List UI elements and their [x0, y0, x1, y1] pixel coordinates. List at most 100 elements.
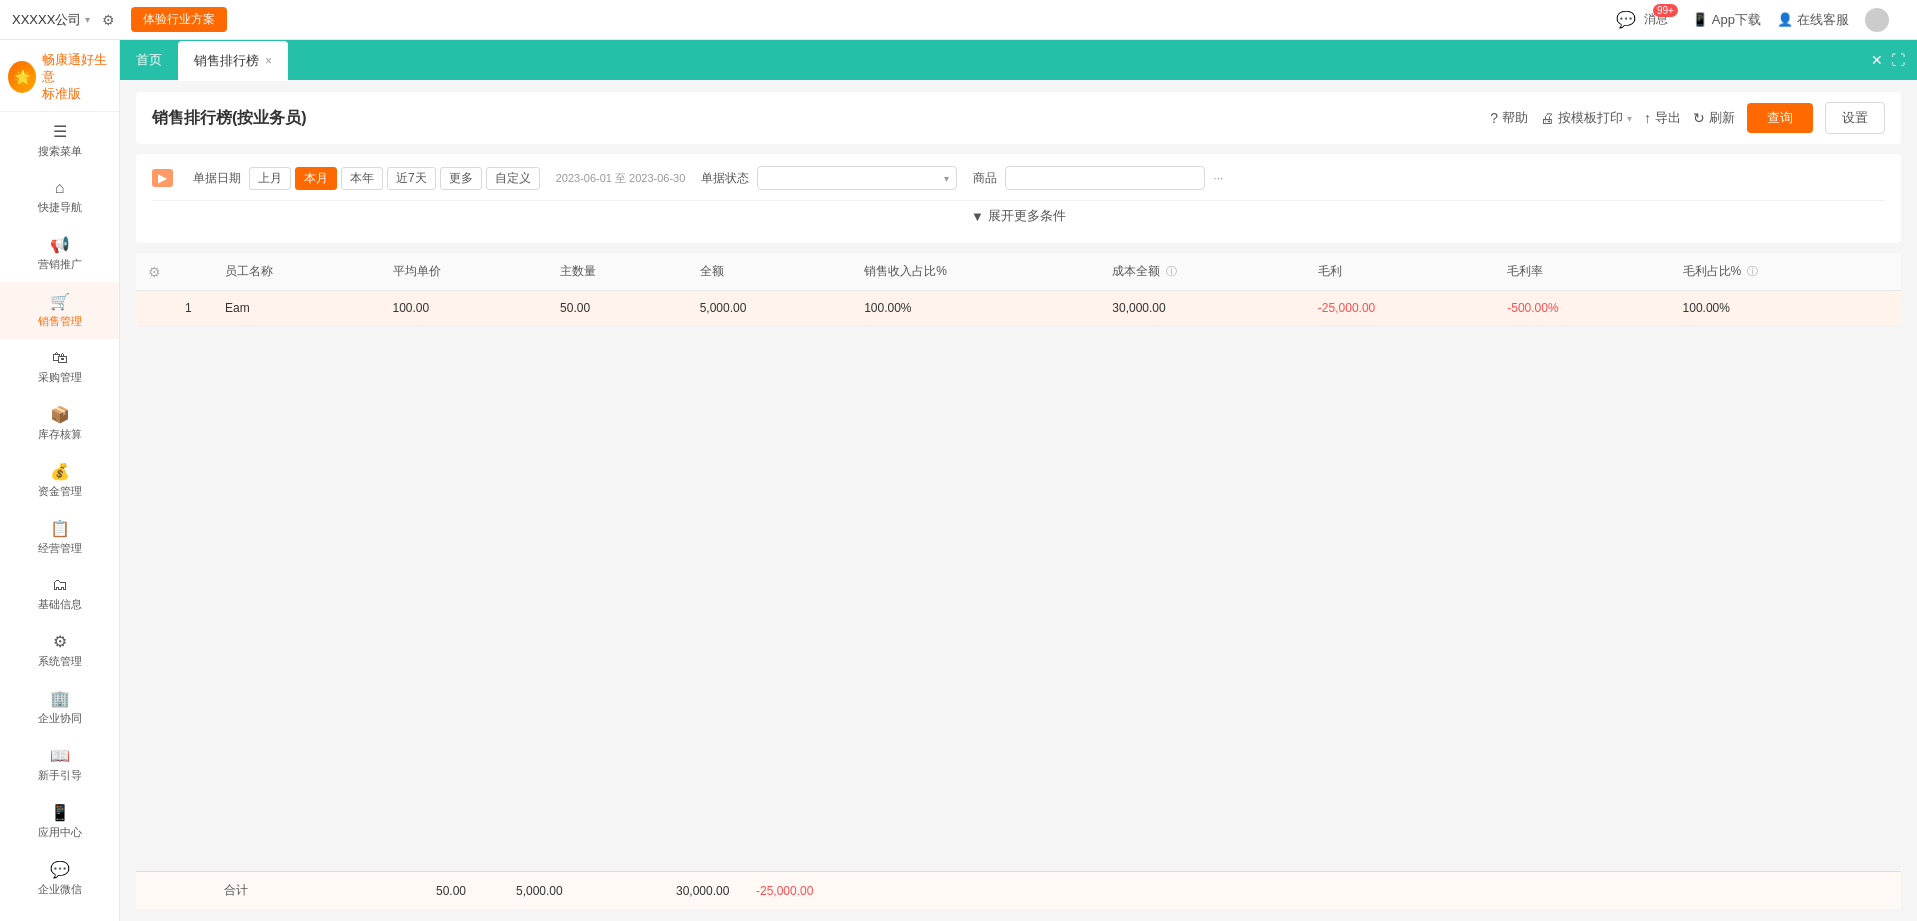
message-badge: 99+ [1653, 4, 1678, 17]
tab-close-icon[interactable]: × [265, 54, 272, 68]
tab-bar-actions: ✕ ⛶ [1871, 52, 1917, 68]
guide-icon: 📖 [50, 746, 70, 765]
sidebar-item-basic-info[interactable]: 🗂 基础信息 [0, 566, 119, 622]
goods-more-icon[interactable]: ··· [1213, 171, 1223, 185]
logo-line2: 标准版 [42, 86, 111, 103]
help-label: 帮助 [1502, 109, 1528, 127]
col-gross-rate: 毛利率 [1495, 253, 1670, 291]
filter-status-item: 单据状态 ▾ [701, 166, 957, 190]
content-spacer [136, 336, 1901, 861]
template-print-button[interactable]: 🖨 按模板打印 ▾ [1540, 109, 1632, 127]
footer-cells: 50.00 5,000.00 30,000.00 -25,000.00 [344, 884, 1889, 898]
online-service-label: 在线客服 [1797, 11, 1849, 29]
cost-info-icon[interactable]: ⓘ [1166, 265, 1177, 277]
help-button[interactable]: ? 帮助 [1490, 109, 1528, 127]
date-btn-this-year[interactable]: 本年 [341, 167, 383, 190]
table-wrapper: ⚙ 员工名称 平均单价 主数量 全额 销售收入占比% 成本全额 ⓘ [136, 253, 1901, 326]
date-range-buttons: 上月 本月 本年 近7天 更多 自定义 [249, 167, 540, 190]
cell-cost: 30,000.00 [1100, 291, 1306, 326]
app-download-label: App下载 [1712, 11, 1761, 29]
status-select-wrapper: ▾ [757, 166, 957, 190]
enterprise-icon: 🏢 [50, 689, 70, 708]
col-cost: 成本全额 ⓘ [1100, 253, 1306, 291]
col-settings-icon[interactable]: ⚙ [148, 264, 161, 280]
sidebar-item-sales[interactable]: 🛒 销售管理 [0, 282, 119, 339]
filter-row-1: ▶ 单据日期 上月 本月 本年 近7天 更多 自定义 [152, 166, 1885, 190]
template-print-label: 按模板打印 [1558, 109, 1623, 127]
search-order-icon: ☰ [53, 122, 67, 141]
date-btn-7days[interactable]: 近7天 [387, 167, 436, 190]
message-button[interactable]: 💬 99+ 消息 [1616, 10, 1668, 29]
refresh-button[interactable]: ↻ 刷新 [1693, 109, 1735, 127]
sidebar-item-inventory[interactable]: 📦 库存核算 [0, 395, 119, 452]
footer-sales-pct [584, 884, 664, 898]
footer-amount: 5,000.00 [504, 884, 584, 898]
sidebar-item-operation[interactable]: 📋 经营管理 [0, 509, 119, 566]
sidebar-item-app-center[interactable]: 📱 应用中心 [0, 793, 119, 850]
sidebar-item-marketing[interactable]: 📢 营销推广 [0, 225, 119, 282]
avatar[interactable] [1865, 8, 1889, 32]
date-btn-more[interactable]: 更多 [440, 167, 482, 190]
footer-gross-profit: -25,000.00 [744, 884, 825, 898]
filter-area: ▶ 单据日期 上月 本月 本年 近7天 更多 自定义 [136, 154, 1901, 243]
filter-more-conditions[interactable]: ▼ 展开更多条件 [152, 200, 1885, 231]
sidebar-item-member[interactable]: ♦ 畅会员 [0, 907, 119, 921]
export-button[interactable]: ↑ 导出 [1644, 109, 1681, 127]
date-btn-custom[interactable]: 自定义 [486, 167, 540, 190]
sidebar-item-label-enterprise: 企业协同 [38, 711, 82, 726]
sidebar-item-system[interactable]: ⚙ 系统管理 [0, 622, 119, 679]
cell-qty: 50.00 [548, 291, 688, 326]
cell-gross-rate: -500.00% [1495, 291, 1670, 326]
query-button[interactable]: 查询 [1747, 103, 1813, 133]
sidebar-item-enterprise-wechat[interactable]: 💬 企业微信 [0, 850, 119, 907]
online-service-button[interactable]: 👤 在线客服 [1777, 11, 1849, 29]
sidebar-item-label-operation: 经营管理 [38, 541, 82, 556]
col-amount: 全额 [688, 253, 853, 291]
sidebar-item-search-order[interactable]: ☰ 搜索菜单 [0, 112, 119, 169]
cell-rank: 1 [173, 291, 213, 326]
export-label: 导出 [1655, 109, 1681, 127]
sidebar-item-quick-nav[interactable]: ⌂ 快捷导航 [0, 169, 119, 225]
inventory-icon: 📦 [50, 405, 70, 424]
sidebar-item-label-inventory: 库存核算 [38, 427, 82, 442]
tab-home-label: 首页 [136, 51, 162, 69]
sidebar-item-finance[interactable]: 💰 资金管理 [0, 452, 119, 509]
more-icon: ▼ [971, 209, 984, 224]
purchase-icon: 🛍 [52, 349, 68, 367]
sidebar-item-guide[interactable]: 📖 新手引导 [0, 736, 119, 793]
download-icon: 📱 [1692, 12, 1708, 27]
company-selector[interactable]: XXXXX公司 ▾ [12, 11, 90, 29]
tab-home[interactable]: 首页 [120, 40, 178, 80]
home-icon: ⌂ [55, 179, 65, 197]
table-row: 1 Eam 100.00 50.00 5,000.00 100.00% 30,0… [136, 291, 1901, 326]
cell-name: Eam [213, 291, 381, 326]
cell-sales-pct: 100.00% [852, 291, 1100, 326]
tab-close-window-icon[interactable]: ✕ [1871, 52, 1883, 68]
table-header-row: ⚙ 员工名称 平均单价 主数量 全额 销售收入占比% 成本全额 ⓘ [136, 253, 1901, 291]
tab-expand-icon[interactable]: ⛶ [1891, 52, 1905, 68]
goods-input[interactable] [1005, 166, 1205, 190]
status-select[interactable] [757, 166, 957, 190]
date-btn-last-month[interactable]: 上月 [249, 167, 291, 190]
col-name: 员工名称 [213, 253, 381, 291]
col-gross-pct: 毛利占比% ⓘ [1671, 253, 1901, 291]
settings-icon[interactable]: ⚙ [102, 12, 115, 28]
filter-goods-item: 商品 ··· [973, 166, 1223, 190]
filter-expand-btn[interactable]: ▶ [152, 169, 173, 187]
gross-pct-info-icon[interactable]: ⓘ [1747, 265, 1758, 277]
sidebar-item-label-sales: 销售管理 [38, 314, 82, 329]
system-icon: ⚙ [53, 632, 67, 651]
settings-button[interactable]: 设置 [1825, 102, 1885, 134]
sales-icon: 🛒 [50, 292, 70, 311]
cell-settings [136, 291, 173, 326]
date-btn-this-month[interactable]: 本月 [295, 167, 337, 190]
app-download-button[interactable]: 📱 App下载 [1692, 11, 1761, 29]
sidebar-item-enterprise[interactable]: 🏢 企业协同 [0, 679, 119, 736]
sidebar-item-purchase[interactable]: 🛍 采购管理 [0, 339, 119, 395]
trial-button[interactable]: 体验行业方案 [131, 7, 227, 32]
col-sales-pct: 销售收入占比% [852, 253, 1100, 291]
tab-bar: 首页 销售排行榜 × ✕ ⛶ [120, 40, 1917, 80]
tab-sales-ranking[interactable]: 销售排行榜 × [178, 41, 288, 81]
cell-avg-price: 100.00 [381, 291, 549, 326]
sidebar-item-label-purchase: 采购管理 [38, 370, 82, 385]
